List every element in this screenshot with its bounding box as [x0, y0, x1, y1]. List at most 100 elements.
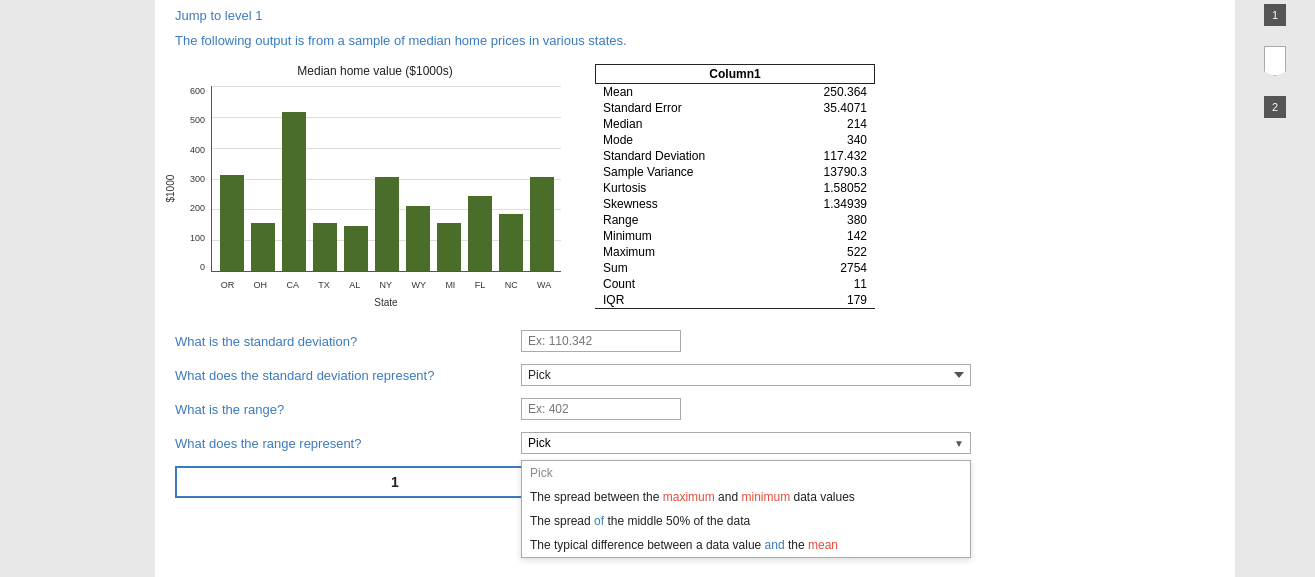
bar-CA	[282, 112, 306, 271]
table-row: Standard Deviation 117.432	[595, 148, 875, 164]
dropdown-item-spread-max-min[interactable]: The spread between the maximum and minim…	[522, 485, 970, 509]
stat-label-skewness: Skewness	[595, 196, 781, 212]
table-row: Maximum 522	[595, 244, 875, 260]
intro-text: The following output is from a sample of…	[175, 33, 1215, 48]
highlight-maximum: maximum	[663, 490, 715, 504]
right-panel: 1 2	[1235, 0, 1315, 577]
q4-select-trigger[interactable]: Pick ▼	[521, 432, 971, 454]
table-row: IQR 179	[595, 292, 875, 309]
stat-value-count: 11	[781, 276, 875, 292]
q3-input[interactable]	[521, 398, 681, 420]
questions-area: What is the standard deviation? What doe…	[175, 330, 1215, 498]
stat-label-mean: Mean	[595, 84, 781, 101]
chart-area: Median home value ($1000s) $1000	[175, 64, 575, 312]
y-tick-0: 0	[175, 262, 209, 272]
badge-1: 1	[1264, 4, 1286, 26]
stat-label-stderr: Standard Error	[595, 100, 781, 116]
question-row-3: What is the range?	[175, 398, 1215, 420]
stat-value-variance: 13790.3	[781, 164, 875, 180]
stat-label-max: Maximum	[595, 244, 781, 260]
stat-value-iqr: 179	[781, 292, 875, 309]
q2-label: What does the standard deviation represe…	[175, 368, 505, 383]
x-axis-title: State	[211, 297, 561, 308]
jump-to-level-link[interactable]: Jump to level 1	[175, 8, 1215, 23]
x-label-NY: NY	[380, 280, 393, 290]
stats-table-column-header: Column1	[595, 64, 875, 83]
y-tick-200: 200	[175, 203, 209, 213]
y-tick-400: 400	[175, 145, 209, 155]
stat-label-mode: Mode	[595, 132, 781, 148]
x-label-OH: OH	[254, 280, 268, 290]
stats-table-wrapper: Column1 Mean 250.364 Standard Error 35.4…	[595, 64, 875, 312]
stats-table: Column1 Mean 250.364 Standard Error 35.4…	[595, 64, 875, 309]
dropdown-item-typical-diff[interactable]: The typical difference between a data va…	[522, 533, 970, 557]
stat-label-sum: Sum	[595, 260, 781, 276]
q4-select-wrapper: Pick ▼ Pick The spread between the maxim…	[521, 432, 971, 454]
table-row: Sum 2754	[595, 260, 875, 276]
y-tick-300: 300	[175, 174, 209, 184]
stat-label-median: Median	[595, 116, 781, 132]
stat-value-stddev: 117.432	[781, 148, 875, 164]
q2-select[interactable]: Pick The spread between the maximum and …	[521, 364, 971, 386]
q4-dropdown-list[interactable]: Pick The spread between the maximum and …	[521, 460, 971, 558]
table-row: Count 11	[595, 276, 875, 292]
stat-value-mode: 340	[781, 132, 875, 148]
bookmark-icon	[1264, 46, 1286, 76]
y-tick-600: 600	[175, 86, 209, 96]
bar-NC	[499, 214, 523, 271]
table-row: Mean 250.364	[595, 84, 875, 101]
x-label-MI: MI	[445, 280, 455, 290]
stat-label-stddev: Standard Deviation	[595, 148, 781, 164]
dropdown-item-pick[interactable]: Pick	[522, 461, 970, 485]
table-row: Range 380	[595, 212, 875, 228]
table-row: Minimum 142	[595, 228, 875, 244]
q2-select-wrapper: Pick The spread between the maximum and …	[521, 364, 971, 386]
stat-label-variance: Sample Variance	[595, 164, 781, 180]
dropdown-item-spread-middle[interactable]: The spread of the middle 50% of the data	[522, 509, 970, 533]
chart-title: Median home value ($1000s)	[175, 64, 575, 78]
q1-input[interactable]	[521, 330, 681, 352]
question-row-4: What does the range represent? Pick ▼ Pi…	[175, 432, 1215, 454]
stat-value-max: 522	[781, 244, 875, 260]
stat-value-mean: 250.364	[781, 84, 875, 101]
question-row-2: What does the standard deviation represe…	[175, 364, 1215, 386]
bar-NY	[375, 177, 399, 271]
stat-value-sum: 2754	[781, 260, 875, 276]
bar-AL	[344, 226, 368, 271]
q4-selected-value: Pick	[528, 436, 954, 450]
chevron-down-icon: ▼	[954, 438, 964, 449]
highlight-and: and	[765, 538, 785, 552]
stat-label-kurtosis: Kurtosis	[595, 180, 781, 196]
highlight-minimum: minimum	[741, 490, 790, 504]
x-label-OR: OR	[221, 280, 235, 290]
bars-area	[212, 86, 561, 271]
highlight-mean: mean	[808, 538, 838, 552]
question-row-1: What is the standard deviation?	[175, 330, 1215, 352]
stat-label-count: Count	[595, 276, 781, 292]
stat-value-kurtosis: 1.58052	[781, 180, 875, 196]
stat-value-min: 142	[781, 228, 875, 244]
table-row: Mode 340	[595, 132, 875, 148]
stat-value-stderr: 35.4071	[781, 100, 875, 116]
x-label-CA: CA	[286, 280, 299, 290]
table-row: Median 214	[595, 116, 875, 132]
x-label-FL: FL	[475, 280, 486, 290]
badge-2: 2	[1264, 96, 1286, 118]
bar-WY	[406, 206, 430, 271]
x-label-NC: NC	[505, 280, 518, 290]
x-label-AL: AL	[349, 280, 360, 290]
x-label-WA: WA	[537, 280, 551, 290]
stat-value-skewness: 1.34939	[781, 196, 875, 212]
bar-OH	[251, 223, 275, 271]
stat-label-iqr: IQR	[595, 292, 781, 309]
q4-label: What does the range represent?	[175, 436, 505, 451]
x-labels: OR OH CA TX AL NY WY MI FL NC WA	[211, 280, 561, 290]
x-label-WY: WY	[412, 280, 427, 290]
bar-WA	[530, 177, 554, 271]
bar-chart: $1000	[175, 82, 565, 312]
stat-value-range: 380	[781, 212, 875, 228]
table-row: Skewness 1.34939	[595, 196, 875, 212]
stat-label-min: Minimum	[595, 228, 781, 244]
highlight-of: of	[594, 514, 604, 528]
q3-label: What is the range?	[175, 402, 505, 417]
